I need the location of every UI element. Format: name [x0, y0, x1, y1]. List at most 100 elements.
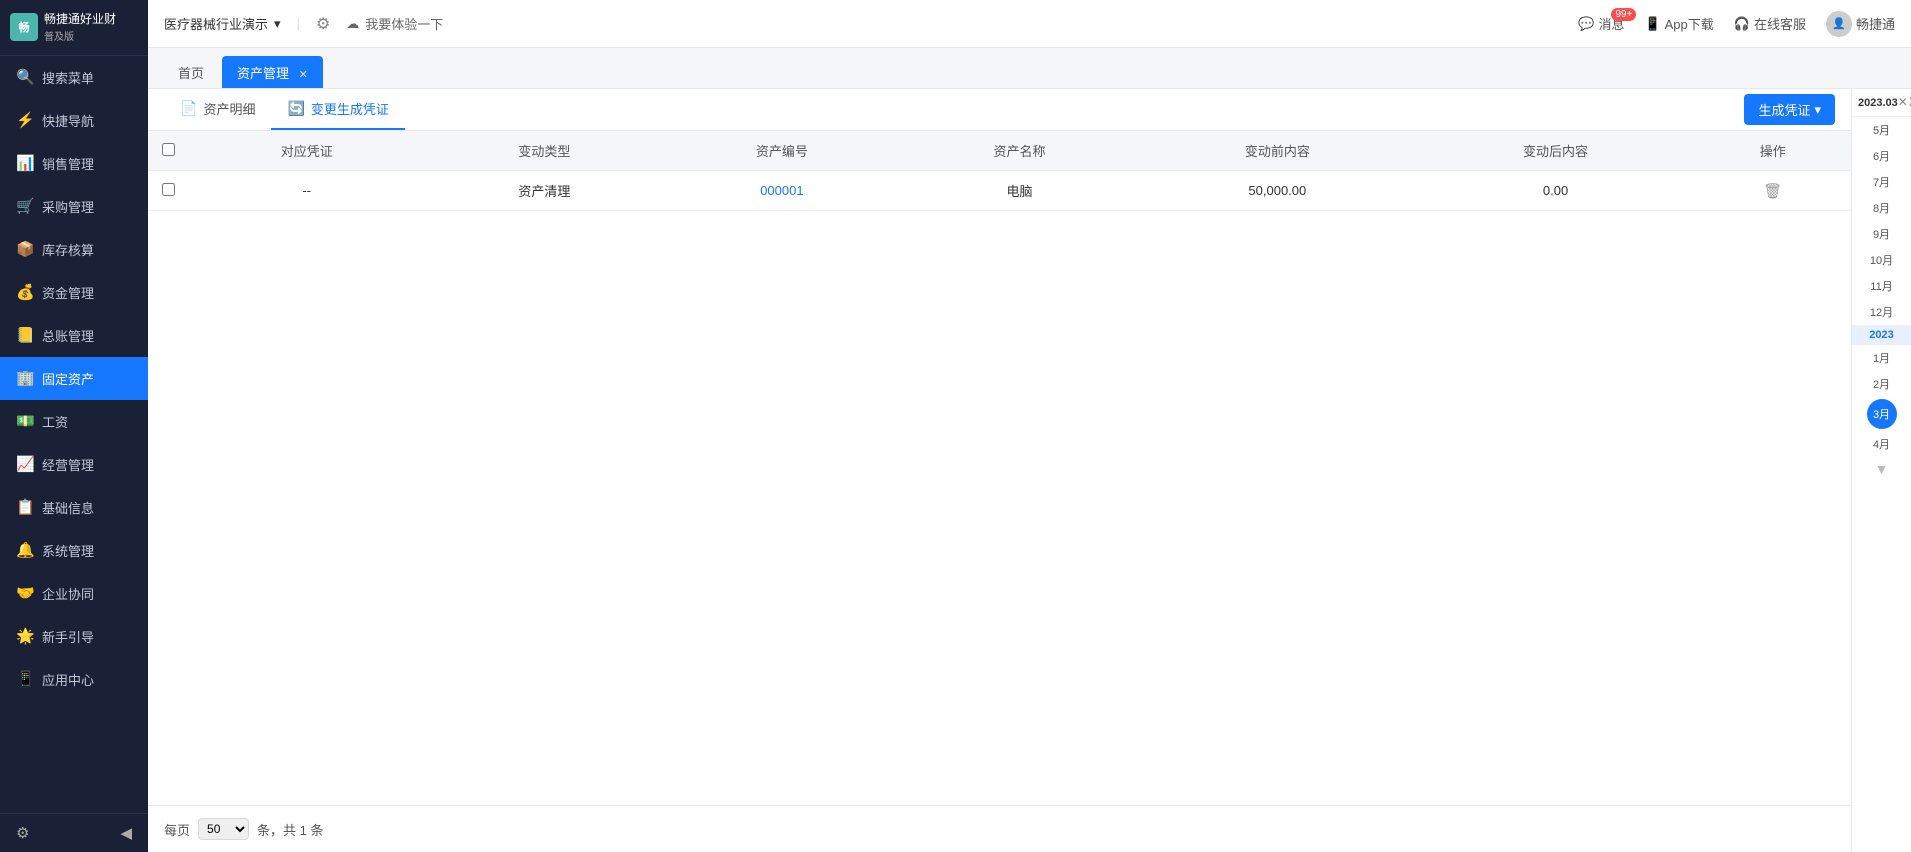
- settings-icon[interactable]: ⚙: [316, 14, 330, 34]
- table-header-row: 对应凭证 变动类型 资产编号 资产名称: [148, 131, 1851, 171]
- finance-icon: 💰: [16, 283, 34, 301]
- user-menu[interactable]: 👤 畅捷通: [1826, 11, 1895, 37]
- sidebar-item-app-center[interactable]: 📱 应用中心: [0, 658, 148, 701]
- total-label: 条，共 1 条: [257, 820, 323, 839]
- sub-tab-asset-detail[interactable]: 📄 资产明细: [164, 89, 271, 130]
- row-asset-code: 000001: [663, 171, 901, 211]
- row-operation[interactable]: 🗑: [1695, 171, 1851, 211]
- enterprise-icon: 🤝: [16, 584, 34, 602]
- tab-home[interactable]: 首页: [164, 57, 218, 88]
- th-operation: 操作: [1695, 131, 1851, 171]
- calendar-month-7[interactable]: 7月: [1852, 169, 1911, 195]
- sidebar-item-management[interactable]: 📈 经营管理: [0, 443, 148, 486]
- change-voucher-icon: 🔄: [287, 100, 304, 117]
- calendar-month-3-active[interactable]: 3月: [1867, 399, 1897, 429]
- calendar-month-2[interactable]: 2月: [1852, 371, 1911, 397]
- inventory-icon: 📦: [16, 240, 34, 258]
- delete-icon[interactable]: 🗑: [1763, 183, 1782, 200]
- calendar-month-1[interactable]: 1月: [1852, 345, 1911, 371]
- sidebar-item-label: 销售管理: [42, 154, 94, 173]
- calendar-month-8[interactable]: 8月: [1852, 195, 1911, 221]
- sidebar-item-search[interactable]: 🔍 搜索菜单: [0, 56, 148, 99]
- row-checkbox-cell[interactable]: [148, 171, 188, 211]
- messages-btn[interactable]: 💬 消息 99+: [1578, 14, 1624, 33]
- calendar-month-6[interactable]: 6月: [1852, 143, 1911, 169]
- calendar-controls: ✕ ⛶: [1898, 95, 1911, 110]
- calendar-month-9[interactable]: 9月: [1852, 221, 1911, 247]
- calendar-close-icon[interactable]: ✕: [1898, 95, 1908, 110]
- sidebar-item-sales[interactable]: 📊 销售管理: [0, 142, 148, 185]
- calendar-months: 5月 6月 7月 8月 9月 10月 11月 12月 2023 1月 2月 3月…: [1852, 117, 1911, 852]
- tab-bar: 首页 资产管理 ✕: [148, 48, 1911, 89]
- sidebar-bottom: ⚙ ◀: [0, 813, 148, 852]
- calendar-month-11[interactable]: 11月: [1852, 273, 1911, 299]
- sidebar-item-base-info[interactable]: 📋 基础信息: [0, 486, 148, 529]
- sidebar-logo: 畅 畅捷通好业财 普及版: [0, 0, 148, 56]
- search-icon: 🔍: [16, 68, 34, 86]
- row-change-type: 资产清理: [426, 171, 664, 211]
- calendar-month-10[interactable]: 10月: [1852, 247, 1911, 273]
- sidebar-item-quick-nav[interactable]: ⚡ 快捷导航: [0, 99, 148, 142]
- sidebar-item-inventory[interactable]: 📦 库存核算: [0, 228, 148, 271]
- calendar-panel: 2023.03 ✕ ⛶ 5月 6月 7月 8月 9月 10月 11月 12月 2…: [1851, 89, 1911, 852]
- sidebar-item-guide[interactable]: 🌟 新手引导: [0, 615, 148, 658]
- sidebar-item-payroll[interactable]: 💵 工资: [0, 400, 148, 443]
- calendar-month-5[interactable]: 5月: [1852, 117, 1911, 143]
- quick-nav-icon: ⚡: [16, 111, 34, 129]
- calendar-year-2023: 2023: [1852, 325, 1911, 345]
- row-voucher: --: [188, 171, 426, 211]
- asset-detail-icon: 📄: [180, 100, 197, 117]
- row-asset-name: 电脑: [901, 171, 1139, 211]
- company-selector[interactable]: 医疗器械行业演示 ▾: [164, 14, 281, 33]
- settings-icon[interactable]: ⚙: [16, 824, 29, 842]
- experience-label: 我要体验一下: [365, 14, 443, 33]
- data-table: 对应凭证 变动类型 资产编号 资产名称: [148, 131, 1851, 211]
- app-download-label: App下载: [1665, 14, 1714, 33]
- app-center-icon: 📱: [16, 670, 34, 688]
- generate-voucher-button[interactable]: 生成凭证 ▾: [1744, 94, 1835, 125]
- th-asset-code: 资产编号: [663, 131, 901, 171]
- top-header: 医疗器械行业演示 ▾ | ⚙ ☁ 我要体验一下 💬 消息 99+ 📱 App下载…: [148, 0, 1911, 48]
- th-before-change: 变动前内容: [1138, 131, 1416, 171]
- th-checkbox: [148, 131, 188, 171]
- chevron-down-icon: ▾: [1814, 102, 1821, 118]
- download-icon: 📱: [1644, 16, 1660, 32]
- generate-voucher-label: 生成凭证: [1758, 100, 1810, 119]
- username: 畅捷通: [1856, 14, 1895, 33]
- message-icon: 💬: [1578, 16, 1594, 32]
- row-before-change: 50,000.00: [1138, 171, 1416, 211]
- sidebar-item-label: 经营管理: [42, 455, 94, 474]
- sidebar-item-finance[interactable]: 💰 资金管理: [0, 271, 148, 314]
- tab-close-icon[interactable]: ✕: [299, 69, 308, 81]
- experience-btn[interactable]: ☁ 我要体验一下: [346, 14, 443, 33]
- logo-title: 畅捷通好业财: [44, 12, 116, 28]
- select-all-checkbox[interactable]: [162, 143, 175, 156]
- sidebar-item-ledger[interactable]: 📒 总账管理: [0, 314, 148, 357]
- company-name: 医疗器械行业演示: [164, 14, 268, 33]
- calendar-nav-down[interactable]: ▼: [1852, 457, 1911, 481]
- collapse-icon[interactable]: ◀: [120, 824, 132, 842]
- calendar-month-4[interactable]: 4月: [1852, 431, 1911, 457]
- logo-subtitle: 普及版: [44, 28, 116, 43]
- online-service-btn[interactable]: 🎧 在线客服: [1734, 14, 1806, 33]
- content-area: 📄 资产明细 🔄 变更生成凭证 生成凭证 ▾: [148, 89, 1851, 852]
- header-divider: |: [297, 16, 300, 31]
- row-checkbox[interactable]: [162, 183, 175, 196]
- tab-home-label: 首页: [178, 66, 204, 81]
- sidebar-item-fixed-assets[interactable]: 🏢 固定资产: [0, 357, 148, 400]
- header-right: 💬 消息 99+ 📱 App下载 🎧 在线客服 👤 畅捷通: [1578, 11, 1895, 37]
- sidebar-item-label: 采购管理: [42, 197, 94, 216]
- sidebar-item-purchase[interactable]: 🛒 采购管理: [0, 185, 148, 228]
- calendar-month-12[interactable]: 12月: [1852, 299, 1911, 325]
- pagination: 每页 50 10 20 100 条，共 1 条: [148, 805, 1851, 852]
- sidebar-item-label: 企业协同: [42, 584, 94, 603]
- chevron-down-icon[interactable]: ▼: [1875, 461, 1889, 477]
- sidebar-item-system[interactable]: 🔔 系统管理: [0, 529, 148, 572]
- sub-tab-change-voucher[interactable]: 🔄 变更生成凭证: [271, 89, 404, 130]
- app-download-btn[interactable]: 📱 App下载: [1644, 14, 1713, 33]
- management-icon: 📈: [16, 455, 34, 473]
- sidebar-item-enterprise[interactable]: 🤝 企业协同: [0, 572, 148, 615]
- th-after-change: 变动后内容: [1416, 131, 1694, 171]
- tab-asset-mgmt[interactable]: 资产管理 ✕: [222, 56, 323, 88]
- per-page-select[interactable]: 50 10 20 100: [198, 818, 249, 840]
